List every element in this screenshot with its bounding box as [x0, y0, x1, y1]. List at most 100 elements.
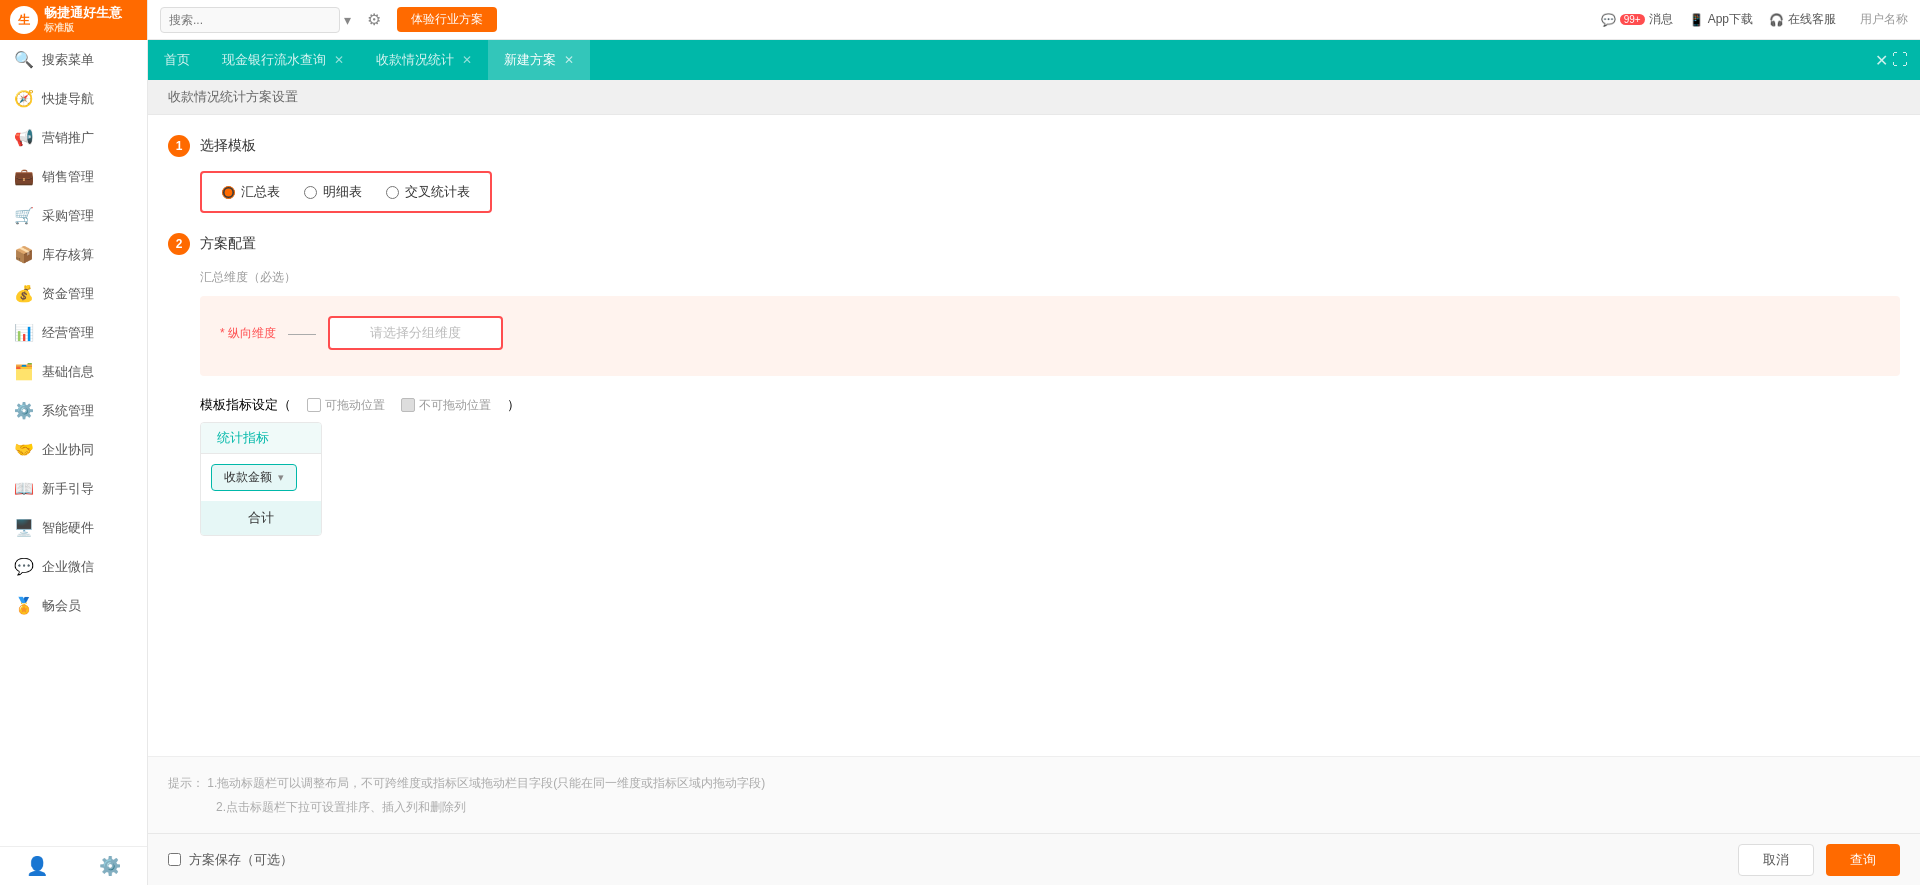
save-checkbox[interactable]: [168, 853, 181, 866]
sidebar-item-12[interactable]: 🖥️智能硬件: [0, 508, 147, 547]
tab-receipts[interactable]: 收款情况统计 ✕: [360, 40, 488, 80]
sidebar-label-9: 系统管理: [42, 402, 94, 420]
notification-btn[interactable]: 💬 99+ 消息: [1601, 11, 1673, 28]
tab-home[interactable]: 首页: [148, 40, 206, 80]
sidebar-item-13[interactable]: 💬企业微信: [0, 547, 147, 586]
notif-label: 消息: [1649, 11, 1673, 28]
sidebar-item-1[interactable]: 🧭快捷导航: [0, 79, 147, 118]
notif-badge: 99+: [1620, 14, 1645, 25]
sidebar-item-2[interactable]: 📢营销推广: [0, 118, 147, 157]
content-area: 收款情况统计方案设置 1 选择模板 汇总表: [148, 80, 1920, 833]
tab-close-btn[interactable]: ✕: [1875, 51, 1888, 70]
vertical-dim-row: * 纵向维度 —— 请选择分组维度: [220, 316, 503, 350]
radio-detail[interactable]: 明细表: [304, 183, 362, 201]
sidebar-icon-4: 🛒: [14, 206, 34, 225]
tab-expand-btn[interactable]: ⛶: [1892, 51, 1908, 69]
sidebar-footer: 👤 ⚙️: [0, 846, 147, 885]
tab-new-plan-close[interactable]: ✕: [564, 53, 574, 67]
tip-2: 2.点击标题栏下拉可设置排序、插入列和删除列: [168, 795, 1900, 819]
metrics-tag-label: 收款金额: [224, 469, 272, 486]
metrics-section-label: 模板指标设定（: [200, 396, 291, 414]
sidebar-item-0[interactable]: 🔍搜索菜单: [0, 40, 147, 79]
sidebar-label-7: 经营管理: [42, 324, 94, 342]
sidebar-icon-14: 🏅: [14, 596, 34, 615]
footer-actions: 取消 查询: [1738, 844, 1900, 876]
app-download-btn[interactable]: 📱 App下载: [1689, 11, 1753, 28]
sidebar-item-10[interactable]: 🤝企业协同: [0, 430, 147, 469]
sidebar-item-14[interactable]: 🏅 畅会员: [0, 586, 147, 625]
sidebar-footer-user[interactable]: 👤: [26, 855, 48, 877]
cancel-button[interactable]: 取消: [1738, 844, 1814, 876]
dimension-label-text: 汇总维度（必选）: [200, 270, 296, 284]
dropdown-icon[interactable]: ▾: [344, 12, 351, 28]
tabs-right: ✕ ⛶: [1863, 40, 1920, 80]
step1-num: 1: [168, 135, 190, 157]
sidebar-item-6[interactable]: 💰资金管理: [0, 274, 147, 313]
sidebar-item-8[interactable]: 🗂️基础信息: [0, 352, 147, 391]
service-btn[interactable]: 🎧 在线客服: [1769, 11, 1836, 28]
topbar-right: 💬 99+ 消息 📱 App下载 🎧 在线客服 用户名称: [1601, 11, 1908, 28]
tag-dropdown-icon[interactable]: ▾: [278, 471, 284, 484]
page-breadcrumb: 收款情况统计方案设置: [148, 80, 1920, 115]
service-icon: 🎧: [1769, 13, 1784, 27]
sidebar: 生 畅捷通好生意 标准版 🔍搜索菜单🧭快捷导航📢营销推广💼销售管理 🛒 采购管理 📦库…: [0, 0, 148, 885]
topbar: ▾ ⚙ 体验行业方案 💬 99+ 消息 📱 App下载 🎧 在线客服 用户名称: [148, 0, 1920, 40]
search-input[interactable]: [160, 7, 340, 33]
app-logo: 生 畅捷通好生意 标准版: [0, 0, 147, 40]
sidebar-item-11[interactable]: 📖 新手引导: [0, 469, 147, 508]
query-button[interactable]: 查询: [1826, 844, 1900, 876]
sidebar-label-12: 智能硬件: [42, 519, 94, 537]
sidebar-footer-settings[interactable]: ⚙️: [99, 855, 121, 877]
tab-cashflow[interactable]: 现金银行流水查询 ✕: [206, 40, 360, 80]
sidebar-item-5[interactable]: 📦库存核算: [0, 235, 147, 274]
sidebar-icon-9: ⚙️: [14, 401, 34, 420]
logo-text: 畅捷通好生意: [44, 5, 122, 21]
step2-body: 汇总维度（必选） * 纵向维度 —— 请选择分组维度: [168, 269, 1900, 539]
metrics-tag-cell: 收款金额 ▾: [201, 454, 321, 501]
tab-cashflow-close[interactable]: ✕: [334, 53, 344, 67]
radio-summary-input[interactable]: [222, 186, 235, 199]
dimension-config-label: 汇总维度（必选）: [200, 269, 1900, 286]
radio-summary[interactable]: 汇总表: [222, 183, 280, 201]
sidebar-icon-5: 📦: [14, 245, 34, 264]
tab-receipts-close[interactable]: ✕: [462, 53, 472, 67]
step1-section: 1 选择模板 汇总表 明细表: [168, 135, 1900, 213]
step2-header: 2 方案配置: [168, 233, 1900, 255]
dim-select-btn[interactable]: 请选择分组维度: [328, 316, 503, 350]
metrics-close: ）: [507, 396, 520, 414]
tabs-bar: 首页 现金银行流水查询 ✕ 收款情况统计 ✕ 新建方案 ✕ ✕ ⛶: [148, 40, 1920, 80]
fixed-icon: [401, 398, 415, 412]
trial-btn[interactable]: 体验行业方案: [397, 7, 497, 32]
footer-bar: 方案保存（可选） 取消 查询: [148, 833, 1920, 885]
gear-icon[interactable]: ⚙: [367, 10, 381, 29]
sidebar-label-8: 基础信息: [42, 363, 94, 381]
search-area: ▾: [160, 7, 351, 33]
sidebar-icon-11: 📖: [14, 479, 34, 498]
metrics-section: 模板指标设定（ 可拖动位置 不可拖动位置 ）: [200, 396, 1900, 539]
sidebar-label-1: 快捷导航: [42, 90, 94, 108]
radio-cross-label: 交叉统计表: [405, 183, 470, 201]
step1-title: 选择模板: [200, 137, 256, 155]
sidebar-nav: 🔍搜索菜单🧭快捷导航📢营销推广💼销售管理 🛒 采购管理 📦库存核算💰资金管理📊经营管理…: [0, 40, 147, 846]
metrics-subtotal-cell: 合计: [201, 501, 321, 535]
sidebar-item-7[interactable]: 📊经营管理: [0, 313, 147, 352]
tab-new-plan[interactable]: 新建方案 ✕: [488, 40, 590, 80]
sidebar-label-4: 采购管理: [42, 207, 94, 225]
sidebar-item-3[interactable]: 💼销售管理: [0, 157, 147, 196]
radio-summary-label: 汇总表: [241, 183, 280, 201]
sidebar-label-13: 企业微信: [42, 558, 94, 576]
sidebar-item-9[interactable]: ⚙️ 系统管理: [0, 391, 147, 430]
sidebar-label-0: 搜索菜单: [42, 51, 94, 69]
radio-cross[interactable]: 交叉统计表: [386, 183, 470, 201]
sidebar-icon-2: 📢: [14, 128, 34, 147]
subtotal-label: 合计: [248, 510, 274, 525]
movable-label: 可拖动位置: [325, 397, 385, 414]
sidebar-label-14: 畅会员: [42, 597, 81, 615]
metrics-tag[interactable]: 收款金额 ▾: [211, 464, 297, 491]
radio-cross-input[interactable]: [386, 186, 399, 199]
dim-arrow: ——: [288, 325, 316, 341]
hint-fixed: 不可拖动位置: [401, 397, 491, 414]
radio-detail-input[interactable]: [304, 186, 317, 199]
sidebar-item-4[interactable]: 🛒 采购管理: [0, 196, 147, 235]
sidebar-label-11: 新手引导: [42, 480, 94, 498]
